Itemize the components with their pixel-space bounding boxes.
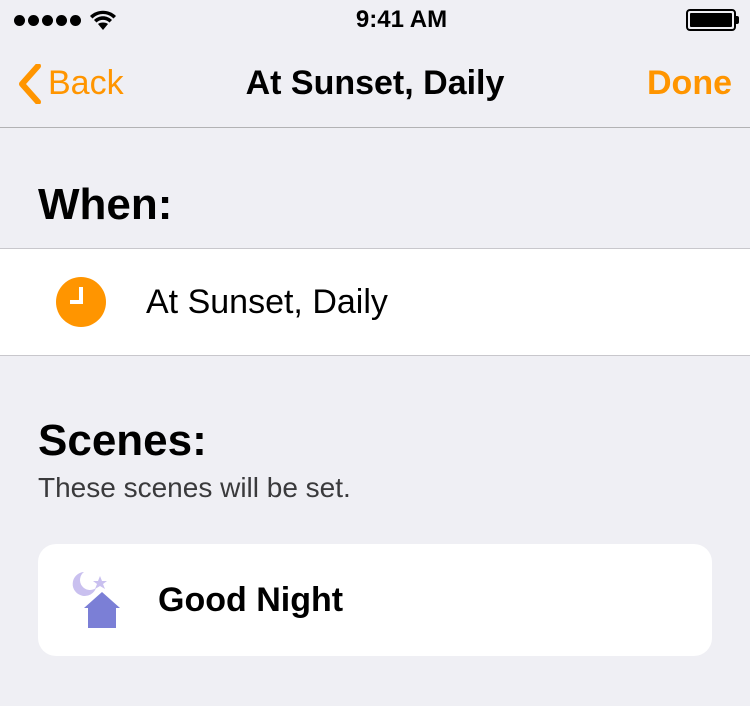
scenes-header-label: Scenes:	[38, 416, 712, 466]
status-time: 9:41 AM	[356, 6, 447, 34]
when-value: At Sunset, Daily	[146, 283, 388, 322]
battery-icon	[686, 9, 736, 31]
good-night-icon	[66, 568, 130, 632]
back-label: Back	[48, 64, 124, 103]
when-header-label: When:	[38, 180, 712, 230]
when-row[interactable]: At Sunset, Daily	[0, 248, 750, 356]
wifi-icon	[89, 10, 117, 30]
nav-bar: Back At Sunset, Daily Done	[0, 40, 750, 128]
scenes-section-header: Scenes: These scenes will be set.	[0, 356, 750, 522]
chevron-left-icon	[18, 64, 42, 104]
status-bar: 9:41 AM	[0, 0, 750, 40]
status-left	[14, 10, 117, 30]
back-button[interactable]: Back	[18, 64, 124, 104]
scene-card[interactable]: Good Night	[38, 544, 712, 656]
signal-strength-icon	[14, 15, 81, 26]
page-title: At Sunset, Daily	[246, 64, 505, 103]
done-button[interactable]: Done	[647, 64, 732, 103]
clock-icon	[56, 277, 106, 327]
scene-name: Good Night	[158, 581, 343, 620]
scenes-subtitle: These scenes will be set.	[38, 472, 712, 504]
when-section-header: When:	[0, 128, 750, 248]
